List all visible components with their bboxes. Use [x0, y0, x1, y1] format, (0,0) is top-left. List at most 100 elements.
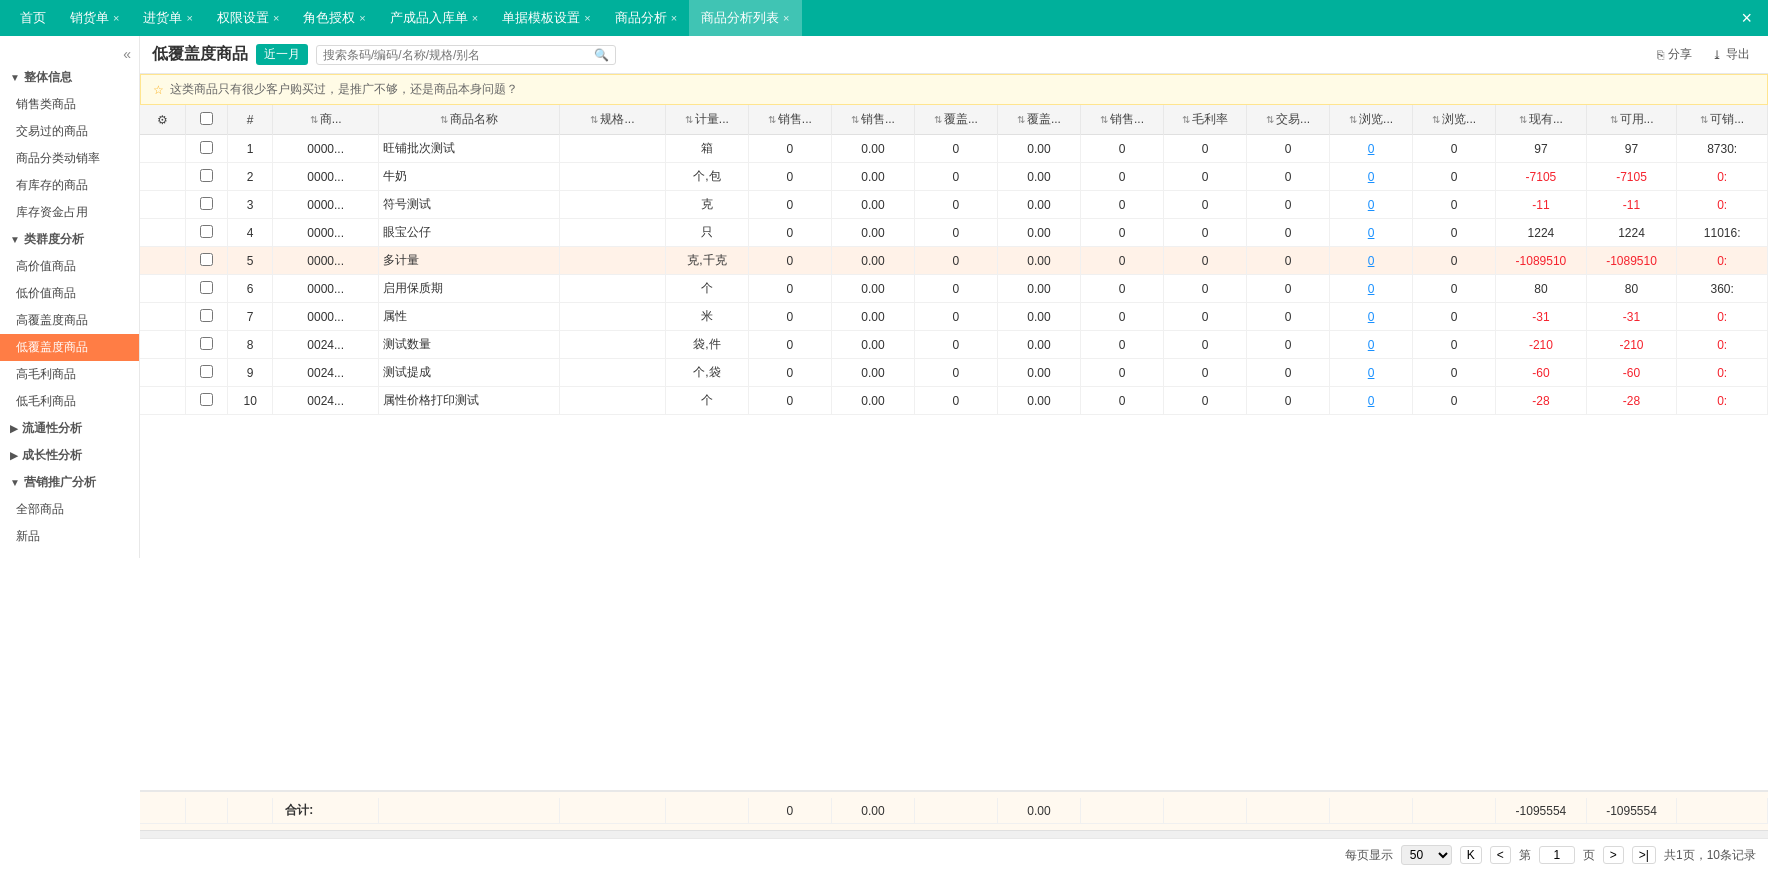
- row-view1[interactable]: 0: [1330, 387, 1413, 415]
- col-transaction[interactable]: ⇅交易...: [1247, 105, 1330, 135]
- sidebar-collapse-btn[interactable]: «: [0, 44, 139, 64]
- nav-tab-sales[interactable]: 销货单 ×: [58, 0, 131, 36]
- view-link[interactable]: 0: [1368, 338, 1375, 352]
- select-all-checkbox[interactable]: [200, 112, 213, 125]
- sidebar-section-liquidity[interactable]: ▶ 流通性分析: [0, 415, 139, 442]
- sidebar-section-cluster[interactable]: ▼ 类群度分析: [0, 226, 139, 253]
- sidebar-item-all-products[interactable]: 全部商品: [0, 496, 139, 523]
- close-template-tab[interactable]: ×: [584, 12, 590, 24]
- row-checkbox[interactable]: [200, 225, 213, 238]
- sidebar-item-stocked-products[interactable]: 有库存的商品: [0, 172, 139, 199]
- col-spec[interactable]: ⇅规格...: [560, 105, 666, 135]
- nav-tab-product-analysis-list[interactable]: 商品分析列表 ×: [689, 0, 801, 36]
- row-view1[interactable]: 0: [1330, 359, 1413, 387]
- row-checkbox[interactable]: [200, 141, 213, 154]
- close-product-analysis-list-tab[interactable]: ×: [783, 12, 789, 24]
- row-check[interactable]: [185, 191, 227, 219]
- next-page-button[interactable]: >: [1603, 846, 1624, 864]
- col-settings[interactable]: ⚙: [140, 105, 185, 135]
- view-link[interactable]: 0: [1368, 198, 1375, 212]
- view-link[interactable]: 0: [1368, 310, 1375, 324]
- row-check[interactable]: [185, 303, 227, 331]
- close-permissions-tab[interactable]: ×: [273, 12, 279, 24]
- nav-tab-permissions[interactable]: 权限设置 ×: [205, 0, 291, 36]
- row-checkbox[interactable]: [200, 281, 213, 294]
- row-check[interactable]: [185, 135, 227, 163]
- col-coverage1[interactable]: ⇅覆盖...: [914, 105, 997, 135]
- export-button[interactable]: ⤓ 导出: [1706, 44, 1756, 65]
- col-have[interactable]: ⇅现有...: [1496, 105, 1587, 135]
- row-checkbox[interactable]: [200, 393, 213, 406]
- row-view1[interactable]: 0: [1330, 331, 1413, 359]
- sidebar-item-high-margin[interactable]: 高毛利商品: [0, 361, 139, 388]
- row-check[interactable]: [185, 359, 227, 387]
- row-check[interactable]: [185, 331, 227, 359]
- sidebar-item-low-coverage[interactable]: 低覆盖度商品: [0, 334, 139, 361]
- col-sold[interactable]: ⇅销售...: [1080, 105, 1163, 135]
- nav-tab-role[interactable]: 角色授权 ×: [291, 0, 377, 36]
- col-sales-qty[interactable]: ⇅销售...: [748, 105, 831, 135]
- view-link[interactable]: 0: [1368, 394, 1375, 408]
- search-input[interactable]: [323, 48, 590, 62]
- sidebar-section-marketing[interactable]: ▼ 营销推广分析: [0, 469, 139, 496]
- sidebar-item-traded-products[interactable]: 交易过的商品: [0, 118, 139, 145]
- row-view1[interactable]: 0: [1330, 275, 1413, 303]
- row-view1[interactable]: 0: [1330, 303, 1413, 331]
- first-page-button[interactable]: K: [1460, 846, 1482, 864]
- row-view1[interactable]: 0: [1330, 219, 1413, 247]
- row-check[interactable]: [185, 247, 227, 275]
- view-link[interactable]: 0: [1368, 226, 1375, 240]
- prev-page-button[interactable]: <: [1490, 846, 1511, 864]
- close-production-tab[interactable]: ×: [472, 12, 478, 24]
- col-product-name[interactable]: ⇅商品名称: [379, 105, 560, 135]
- close-product-analysis-tab[interactable]: ×: [671, 12, 677, 24]
- row-view1[interactable]: 0: [1330, 163, 1413, 191]
- sidebar-item-category-turnover[interactable]: 商品分类动销率: [0, 145, 139, 172]
- search-icon[interactable]: 🔍: [594, 48, 609, 62]
- horizontal-scrollbar[interactable]: [140, 830, 1768, 838]
- view-link[interactable]: 0: [1368, 170, 1375, 184]
- col-check[interactable]: [185, 105, 227, 135]
- view-link[interactable]: 0: [1368, 254, 1375, 268]
- row-check[interactable]: [185, 275, 227, 303]
- col-product-id[interactable]: ⇅商...: [273, 105, 379, 135]
- page-size-select[interactable]: 50 20 100 200: [1401, 845, 1452, 865]
- sidebar-item-low-value[interactable]: 低价值商品: [0, 280, 139, 307]
- row-checkbox[interactable]: [200, 253, 213, 266]
- nav-tab-production[interactable]: 产成品入库单 ×: [378, 0, 490, 36]
- col-view1[interactable]: ⇅浏览...: [1330, 105, 1413, 135]
- row-view1[interactable]: 0: [1330, 191, 1413, 219]
- col-sales-amt[interactable]: ⇅销售...: [831, 105, 914, 135]
- sidebar-item-high-coverage[interactable]: 高覆盖度商品: [0, 307, 139, 334]
- sidebar-item-new-products[interactable]: 新品: [0, 523, 139, 550]
- row-check[interactable]: [185, 219, 227, 247]
- view-link[interactable]: 0: [1368, 366, 1375, 380]
- row-view1[interactable]: 0: [1330, 135, 1413, 163]
- nav-tab-product-analysis[interactable]: 商品分析 ×: [603, 0, 689, 36]
- period-button[interactable]: 近一月: [256, 44, 308, 65]
- nav-tab-template[interactable]: 单据模板设置 ×: [490, 0, 602, 36]
- row-check[interactable]: [185, 163, 227, 191]
- col-view2[interactable]: ⇅浏览...: [1413, 105, 1496, 135]
- close-sales-tab[interactable]: ×: [113, 12, 119, 24]
- share-button[interactable]: ⎘ 分享: [1651, 44, 1698, 65]
- row-checkbox[interactable]: [200, 337, 213, 350]
- nav-tab-home[interactable]: 首页: [8, 0, 58, 36]
- page-number-input[interactable]: [1539, 846, 1575, 864]
- sidebar-item-inventory-capital[interactable]: 库存资金占用: [0, 199, 139, 226]
- close-purchase-tab[interactable]: ×: [186, 12, 192, 24]
- row-check[interactable]: [185, 387, 227, 415]
- col-sellable[interactable]: ⇅可销...: [1677, 105, 1768, 135]
- col-available[interactable]: ⇅可用...: [1586, 105, 1677, 135]
- sidebar-item-low-margin[interactable]: 低毛利商品: [0, 388, 139, 415]
- row-view1[interactable]: 0: [1330, 247, 1413, 275]
- last-page-button[interactable]: >|: [1632, 846, 1656, 864]
- col-unit[interactable]: ⇅计量...: [665, 105, 748, 135]
- row-checkbox[interactable]: [200, 309, 213, 322]
- sidebar-item-sales-products[interactable]: 销售类商品: [0, 91, 139, 118]
- sidebar-section-growth[interactable]: ▶ 成长性分析: [0, 442, 139, 469]
- nav-tab-purchase[interactable]: 进货单 ×: [131, 0, 204, 36]
- row-checkbox[interactable]: [200, 197, 213, 210]
- row-checkbox[interactable]: [200, 169, 213, 182]
- sidebar-item-high-value[interactable]: 高价值商品: [0, 253, 139, 280]
